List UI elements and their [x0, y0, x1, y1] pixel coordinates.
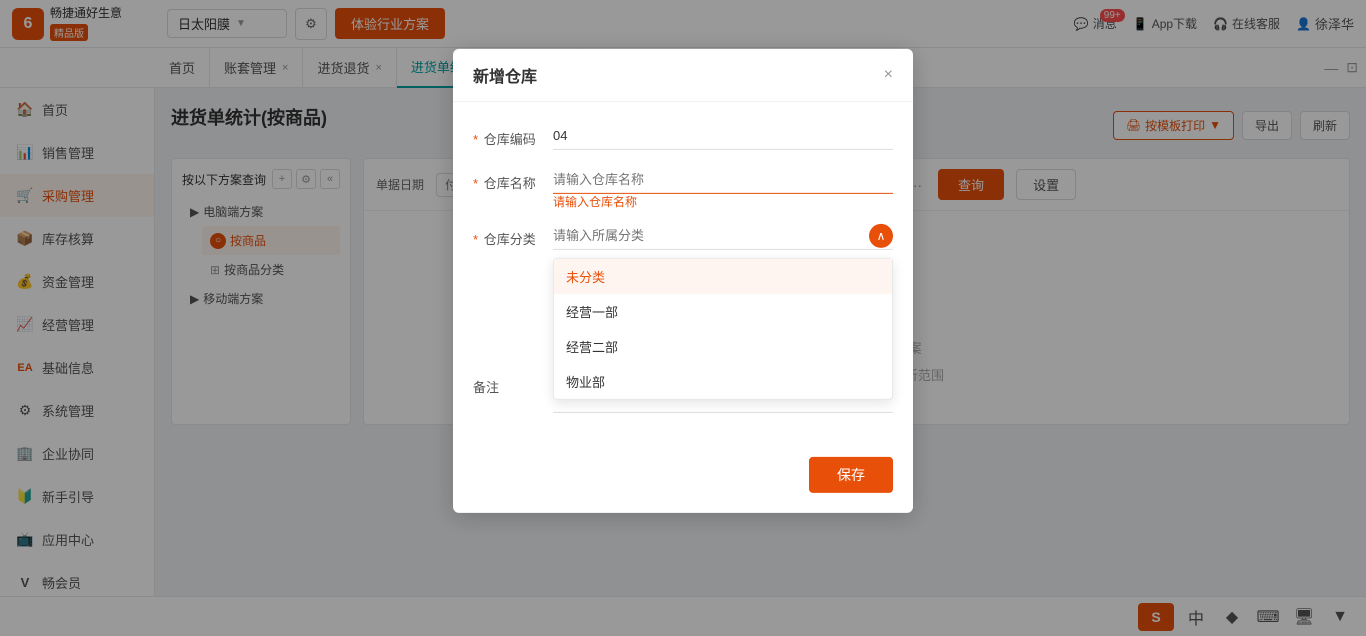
- warehouse-code-input[interactable]: [553, 122, 893, 150]
- modal-footer: 保存: [453, 457, 913, 493]
- warehouse-name-label: * 仓库名称: [473, 166, 553, 192]
- category-dropdown-list: 未分类 经营一部 经营二部 物业部: [553, 258, 893, 400]
- dropdown-item-0[interactable]: 未分类: [554, 259, 892, 294]
- category-dropdown-toggle[interactable]: ∧: [869, 224, 893, 248]
- category-select-wrap: ∧ 未分类 经营一部 经营二部 物业部: [553, 222, 893, 250]
- add-warehouse-modal: 新增仓库 × * 仓库编码 * 仓库名称 请输入仓库名称 * 仓库分类: [453, 49, 913, 513]
- modal-body: * 仓库编码 * 仓库名称 请输入仓库名称 * 仓库分类 ∧: [453, 102, 913, 449]
- modal-title: 新增仓库: [473, 63, 537, 87]
- warehouse-category-label: * 仓库分类: [473, 222, 553, 248]
- dropdown-item-1[interactable]: 经营一部: [554, 294, 892, 329]
- warehouse-code-label: * 仓库编码: [473, 122, 553, 148]
- modal-close-button[interactable]: ×: [884, 66, 893, 84]
- warehouse-code-row: * 仓库编码: [473, 122, 893, 150]
- warehouse-name-error-msg: 请输入仓库名称: [553, 193, 637, 210]
- warehouse-category-row: * 仓库分类 ∧ 未分类 经营一部 经营二部 物业部: [473, 222, 893, 250]
- warehouse-name-row: * 仓库名称 请输入仓库名称: [473, 166, 893, 194]
- category-input[interactable]: [553, 222, 893, 250]
- modal-header: 新增仓库 ×: [453, 49, 913, 102]
- dropdown-item-3[interactable]: 物业部: [554, 364, 892, 399]
- note-label: 备注: [473, 370, 553, 396]
- save-button[interactable]: 保存: [809, 457, 893, 493]
- warehouse-name-input[interactable]: [553, 166, 893, 194]
- dropdown-item-2[interactable]: 经营二部: [554, 329, 892, 364]
